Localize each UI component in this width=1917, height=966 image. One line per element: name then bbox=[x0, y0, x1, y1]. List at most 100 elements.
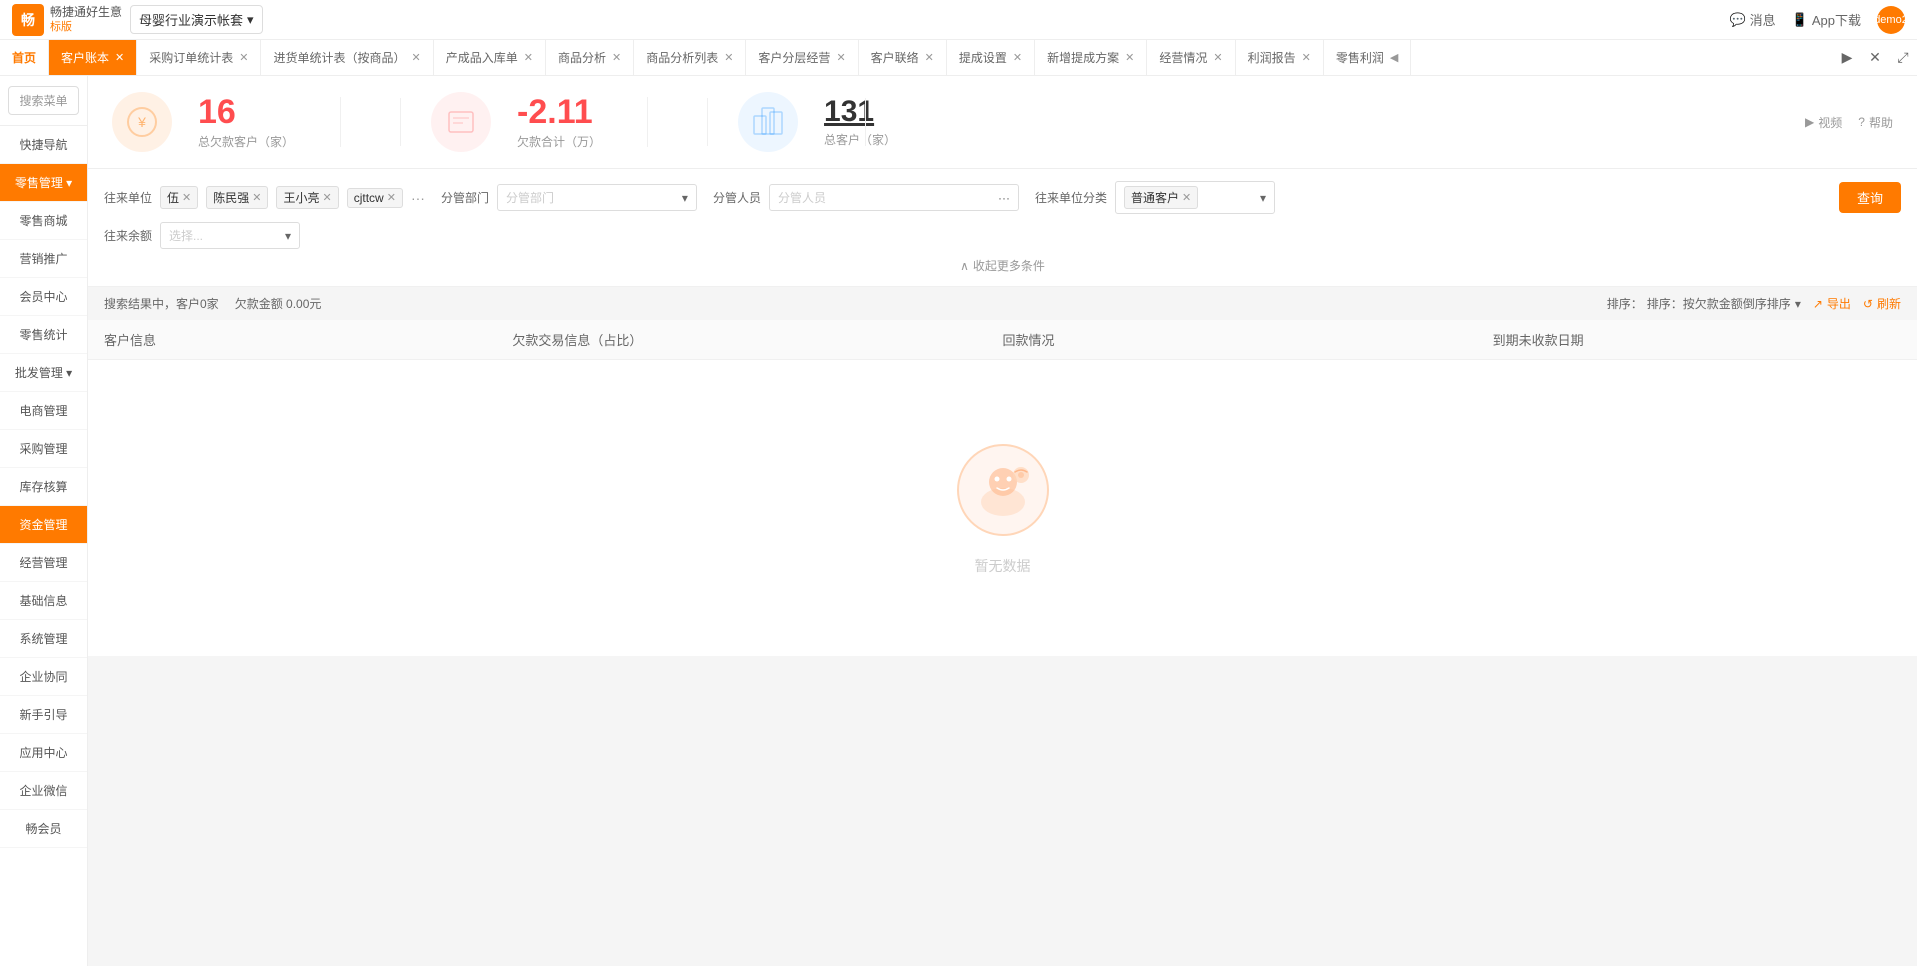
close-tab-purchase-product[interactable]: ✕ bbox=[412, 51, 421, 64]
industry-selector[interactable]: 母婴行业演示帐套 ▾ bbox=[130, 5, 263, 34]
sidebar-item-retail-stats[interactable]: 零售统计 bbox=[0, 316, 87, 354]
tab-product-analysis-list[interactable]: 商品分析列表 ✕ bbox=[634, 40, 746, 76]
app-download-btn[interactable]: 📱 App下载 bbox=[1792, 10, 1861, 29]
tab-retail-profit[interactable]: 零售利润 ◀ bbox=[1324, 40, 1411, 76]
stat-total-debt-customers: ¥ 16 总欠款客户（家） bbox=[112, 92, 431, 152]
refresh-btn[interactable]: ↺ 刷新 bbox=[1863, 295, 1901, 312]
video-icon: ▶ bbox=[1805, 115, 1814, 129]
close-tab-business[interactable]: ✕ bbox=[1213, 51, 1222, 64]
export-btn[interactable]: ↗ 导出 bbox=[1813, 295, 1851, 312]
chevron-down-icon: ▾ bbox=[247, 12, 254, 28]
tab-customer-accounts[interactable]: 客户账本 ✕ bbox=[49, 40, 137, 76]
close-tab-plan[interactable]: ✕ bbox=[1125, 51, 1134, 64]
sidebar-item-system[interactable]: 系统管理 bbox=[0, 620, 87, 658]
unit-type-tag[interactable]: 普通客户✕ bbox=[1124, 186, 1198, 209]
nav-tabs-extra: ▶ ✕ ⤢ bbox=[1833, 44, 1917, 72]
sidebar-item-operations[interactable]: 经营管理 bbox=[0, 544, 87, 582]
close-tab-purchase[interactable]: ✕ bbox=[239, 51, 248, 64]
balance-chevron: ▾ bbox=[285, 229, 291, 243]
nav-close-all[interactable]: ✕ bbox=[1861, 44, 1889, 72]
filter-tag-cjttcw[interactable]: cjttcw✕ bbox=[347, 188, 403, 208]
stat2-text: -2.11 欠款合计（万） bbox=[517, 95, 601, 150]
close-tab-promotion[interactable]: ✕ bbox=[1013, 51, 1022, 64]
sidebar-item-wholesale[interactable]: 批发管理 ▾ bbox=[0, 354, 87, 392]
filter-more-tags[interactable]: ··· bbox=[411, 190, 425, 206]
tab-product-analysis[interactable]: 商品分析 ✕ bbox=[546, 40, 634, 76]
empty-icon bbox=[953, 440, 1053, 540]
sidebar-item-finance[interactable]: 资金管理 bbox=[0, 506, 87, 544]
sort-select[interactable]: 排序： 排序：按欠款金额倒序排序 ▾ bbox=[1607, 295, 1801, 312]
tab-business-status[interactable]: 经营情况 ✕ bbox=[1147, 40, 1235, 76]
close-tab-customer-accounts[interactable]: ✕ bbox=[115, 51, 124, 64]
filter-row-1: 往来单位 伍✕ 陈民强✕ 王小亮✕ cjttcw✕ ··· 分管部门 分管部门 … bbox=[104, 181, 1901, 214]
unit-label: 往来单位 bbox=[104, 189, 152, 206]
sidebar-item-quick-nav[interactable]: 快捷导航 bbox=[0, 126, 87, 164]
tab-purchase-stats-by-product[interactable]: 进货单统计表（按商品） ✕ bbox=[261, 40, 433, 76]
unit-type-select[interactable]: 普通客户✕ ▾ bbox=[1115, 181, 1275, 214]
tab-product-inbound[interactable]: 产成品入库单 ✕ bbox=[434, 40, 546, 76]
stat3-value: 131 bbox=[824, 97, 896, 127]
close-tab-analysis-list[interactable]: ✕ bbox=[724, 51, 733, 64]
balance-select[interactable]: 选择... ▾ bbox=[160, 222, 300, 249]
content-area: ¥ 16 总欠款客户（家） bbox=[88, 76, 1917, 966]
sidebar-item-member[interactable]: 会员中心 bbox=[0, 278, 87, 316]
video-link[interactable]: ▶ 视频 bbox=[1805, 114, 1842, 131]
filter-tag-chen[interactable]: 陈民强✕ bbox=[206, 186, 268, 209]
dept-label: 分管部门 bbox=[441, 189, 489, 206]
svg-text:¥: ¥ bbox=[137, 114, 146, 130]
stat3-label: 总客户（家） bbox=[824, 131, 896, 148]
close-tab-analysis[interactable]: ✕ bbox=[612, 51, 621, 64]
main-layout: 搜索菜单 快捷导航 零售管理 ▾ 零售商城 营销推广 会员中心 零售统计 批发管… bbox=[0, 76, 1917, 966]
tab-profit-report[interactable]: 利润报告 ✕ bbox=[1236, 40, 1324, 76]
stat1-value: 16 bbox=[198, 95, 294, 129]
collapse-btn[interactable]: ∧ 收起更多条件 bbox=[104, 257, 1901, 274]
close-tab-retail-profit[interactable]: ◀ bbox=[1390, 51, 1398, 64]
filter-row-2: 往来余额 选择... ▾ bbox=[104, 222, 1901, 249]
help-link[interactable]: ? 帮助 bbox=[1858, 114, 1893, 131]
close-tab-inbound[interactable]: ✕ bbox=[524, 51, 533, 64]
nav-scroll-right[interactable]: ▶ bbox=[1833, 44, 1861, 72]
filter-tag-wu[interactable]: 伍✕ bbox=[160, 186, 198, 209]
stat-total-customers: 131 总客户（家） bbox=[738, 92, 896, 152]
stat-divider-1 bbox=[340, 97, 341, 147]
sidebar-item-enterprise-coop[interactable]: 企业协同 bbox=[0, 658, 87, 696]
sidebar-item-new-guide[interactable]: 新手引导 bbox=[0, 696, 87, 734]
sidebar-item-member2[interactable]: 畅会员 bbox=[0, 810, 87, 848]
sidebar-item-basic-info[interactable]: 基础信息 bbox=[0, 582, 87, 620]
search-menu-btn[interactable]: 搜索菜单 bbox=[8, 86, 79, 115]
top-bar-right: 💬 消息 📱 App下载 demo2 bbox=[1729, 6, 1905, 34]
message-btn[interactable]: 💬 消息 bbox=[1729, 10, 1775, 29]
close-tab-profit[interactable]: ✕ bbox=[1302, 51, 1311, 64]
sidebar-item-marketing[interactable]: 营销推广 bbox=[0, 240, 87, 278]
export-icon: ↗ bbox=[1813, 297, 1823, 311]
stat-total-debt-amount: -2.11 欠款合计（万） bbox=[431, 92, 738, 152]
tab-customer-contact[interactable]: 客户联络 ✕ bbox=[859, 40, 947, 76]
tab-promotion-settings[interactable]: 提成设置 ✕ bbox=[947, 40, 1035, 76]
close-tab-contact[interactable]: ✕ bbox=[925, 51, 934, 64]
dept-select[interactable]: 分管部门 ▾ bbox=[497, 184, 697, 211]
sidebar: 搜索菜单 快捷导航 零售管理 ▾ 零售商城 营销推广 会员中心 零售统计 批发管… bbox=[0, 76, 88, 966]
th-debt-info: 欠款交易信息（占比） bbox=[512, 330, 1002, 349]
sidebar-item-ecommerce[interactable]: 电商管理 bbox=[0, 392, 87, 430]
tab-new-promotion-plan[interactable]: 新增提成方案 ✕ bbox=[1035, 40, 1147, 76]
top-bar-left: 畅 畅捷通好生意 标版 母婴行业演示帐套 ▾ bbox=[12, 4, 263, 36]
results-bar: 搜索结果中，客户0家 欠款金额 0.00元 排序： 排序：按欠款金额倒序排序 ▾… bbox=[88, 287, 1917, 320]
sidebar-item-enterprise-wechat[interactable]: 企业微信 bbox=[0, 772, 87, 810]
tab-home[interactable]: 首页 bbox=[0, 40, 49, 76]
refresh-icon: ↺ bbox=[1863, 297, 1873, 311]
sidebar-item-app-center[interactable]: 应用中心 bbox=[0, 734, 87, 772]
unit-type-label: 往来单位分类 bbox=[1035, 189, 1107, 206]
th-customer-info: 客户信息 bbox=[104, 330, 512, 349]
filter-tag-wang[interactable]: 王小亮✕ bbox=[276, 186, 338, 209]
sidebar-item-purchase[interactable]: 采购管理 bbox=[0, 430, 87, 468]
sidebar-item-retail-mall[interactable]: 零售商城 bbox=[0, 202, 87, 240]
sidebar-item-retail[interactable]: 零售管理 ▾ bbox=[0, 164, 87, 202]
tab-purchase-order-stats[interactable]: 采购订单统计表 ✕ bbox=[137, 40, 261, 76]
sidebar-item-inventory[interactable]: 库存核算 bbox=[0, 468, 87, 506]
manager-select[interactable]: 分管人员 ··· bbox=[769, 184, 1019, 211]
user-avatar[interactable]: demo2 bbox=[1877, 6, 1905, 34]
tab-customer-segment[interactable]: 客户分层经营 ✕ bbox=[746, 40, 858, 76]
nav-expand[interactable]: ⤢ bbox=[1889, 44, 1917, 72]
close-tab-segment[interactable]: ✕ bbox=[836, 51, 845, 64]
query-button[interactable]: 查询 bbox=[1839, 182, 1901, 213]
